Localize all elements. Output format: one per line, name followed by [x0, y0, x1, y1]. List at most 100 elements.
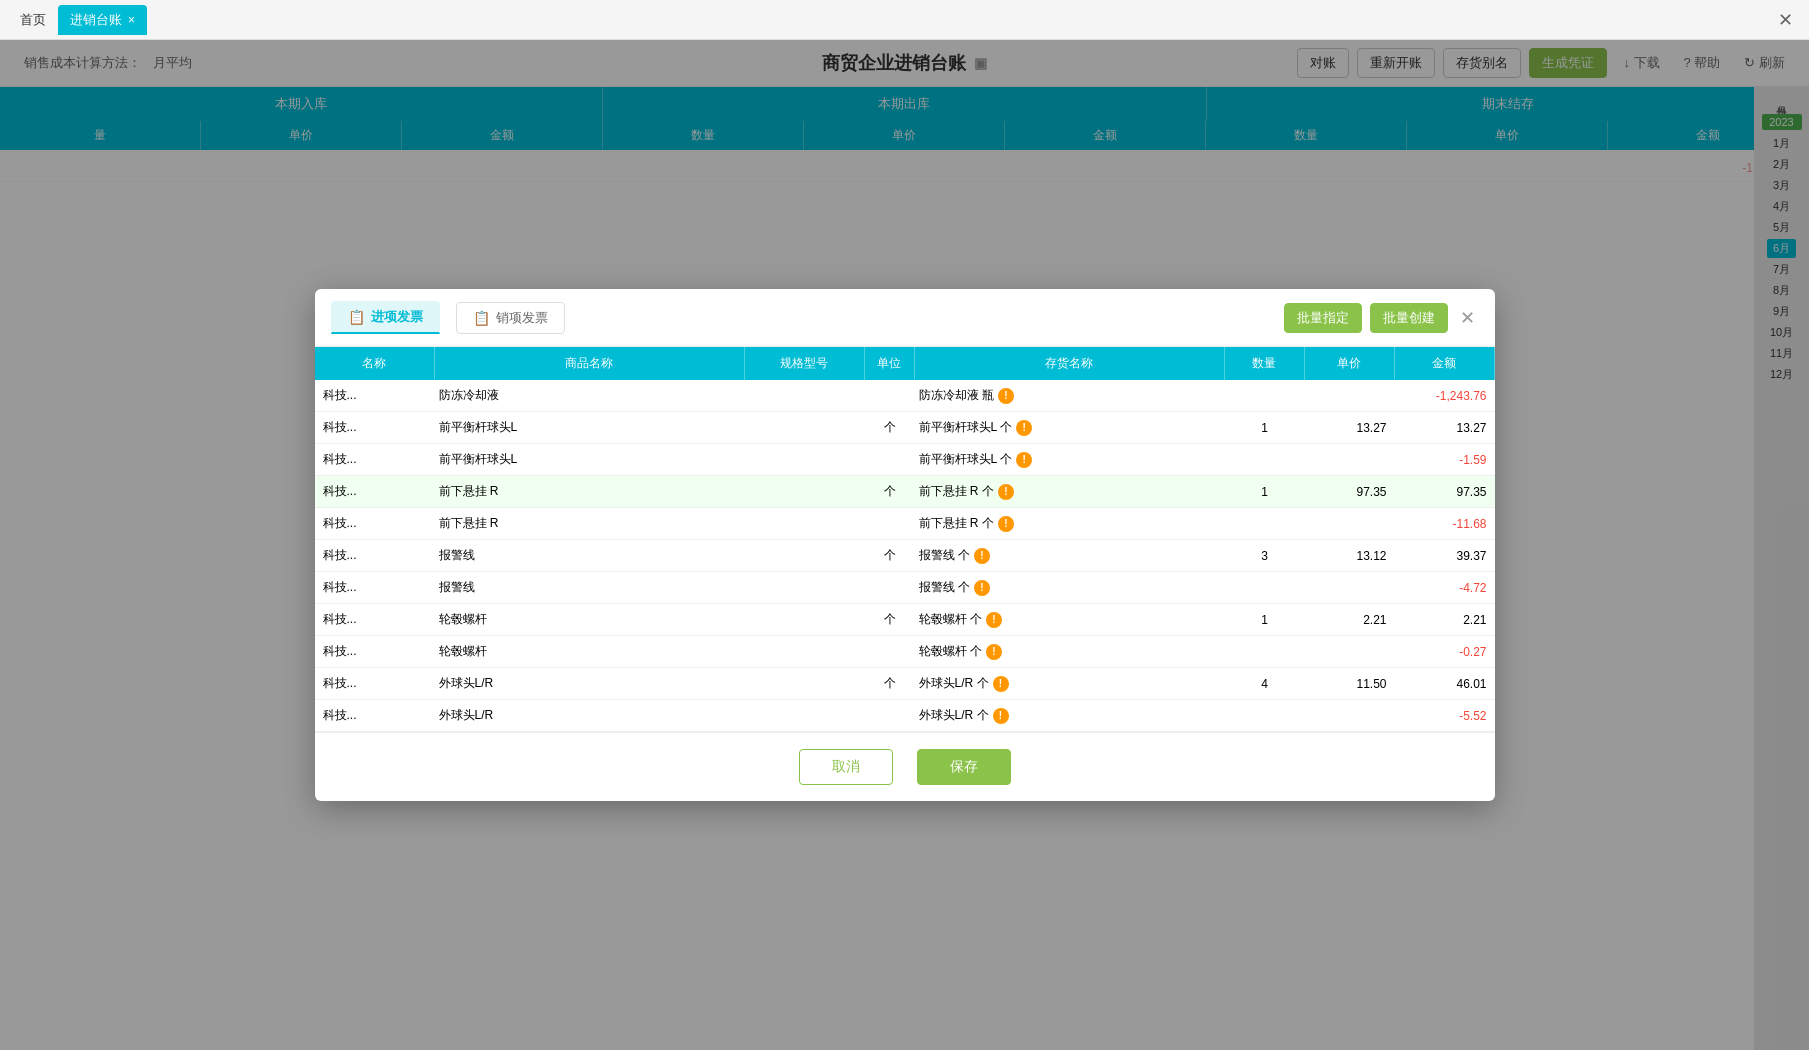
cell-stock-9: 外球头L/R 个!: [915, 668, 1225, 699]
modal-dialog: 📋 进项发票 📋 销项发票 批量指定 批量创建 ✕ 名称 商品名称 规格型号: [315, 289, 1495, 801]
cell-goods-7: 轮毂螺杆: [435, 604, 745, 635]
cell-goods-10: 外球头L/R: [435, 700, 745, 731]
col-header-unit: 单位: [865, 347, 915, 380]
cell-goods-2: 前平衡杆球头L: [435, 444, 745, 475]
cell-price-5: 13.12: [1305, 542, 1395, 570]
col-header-name: 名称: [315, 347, 435, 380]
cell-amount-7: 2.21: [1395, 606, 1495, 634]
cell-name-2: 科技...: [315, 444, 435, 475]
cell-amount-4: -11.68: [1395, 510, 1495, 538]
warn-icon: !: [986, 612, 1002, 628]
top-bar: 首页 进销台账 × ✕: [0, 0, 1809, 40]
cell-amount-1: 13.27: [1395, 414, 1495, 442]
warn-icon: !: [998, 516, 1014, 532]
batch-create-button[interactable]: 批量创建: [1370, 303, 1448, 333]
table-row[interactable]: 科技... 报警线 个 报警线 个! 3 13.12 39.37: [315, 540, 1495, 572]
cell-amount-8: -0.27: [1395, 638, 1495, 666]
cell-stock-4: 前下悬挂 R 个!: [915, 508, 1225, 539]
cell-unit-0: [865, 389, 915, 403]
cell-price-0: [1305, 389, 1395, 403]
cell-qty-5: 3: [1225, 542, 1305, 570]
col-header-amount: 金额: [1395, 347, 1495, 380]
tab-outgoing-invoice[interactable]: 📋 销项发票: [456, 302, 565, 334]
cell-amount-9: 46.01: [1395, 670, 1495, 698]
table-row[interactable]: 科技... 防冻冷却液 防冻冷却液 瓶! -1,243.76: [315, 380, 1495, 412]
cell-unit-5: 个: [865, 540, 915, 571]
table-row[interactable]: 科技... 外球头L/R 外球头L/R 个! -5.52: [315, 700, 1495, 732]
cell-unit-10: [865, 709, 915, 723]
tab-incoming-invoice[interactable]: 📋 进项发票: [331, 301, 440, 334]
cell-name-8: 科技...: [315, 636, 435, 667]
cell-name-5: 科技...: [315, 540, 435, 571]
cell-unit-8: [865, 645, 915, 659]
tab-active[interactable]: 进销台账 ×: [58, 5, 147, 35]
cell-goods-8: 轮毂螺杆: [435, 636, 745, 667]
cell-amount-3: 97.35: [1395, 478, 1495, 506]
modal-close-button[interactable]: ✕: [1456, 303, 1479, 333]
cell-price-3: 97.35: [1305, 478, 1395, 506]
cancel-button[interactable]: 取消: [799, 749, 893, 785]
cell-spec-6: [745, 581, 865, 595]
cell-price-1: 13.27: [1305, 414, 1395, 442]
cell-unit-4: [865, 517, 915, 531]
table-row[interactable]: 科技... 前平衡杆球头L 个 前平衡杆球头L 个! 1 13.27 13.27: [315, 412, 1495, 444]
cell-qty-8: [1225, 645, 1305, 659]
cell-amount-10: -5.52: [1395, 702, 1495, 730]
cell-price-2: [1305, 453, 1395, 467]
modal-table-body: 科技... 防冻冷却液 防冻冷却液 瓶! -1,243.76 科技... 前平衡…: [315, 380, 1495, 732]
cell-price-4: [1305, 517, 1395, 531]
warn-icon: !: [974, 548, 990, 564]
cell-name-10: 科技...: [315, 700, 435, 731]
cell-qty-10: [1225, 709, 1305, 723]
cell-stock-0: 防冻冷却液 瓶!: [915, 380, 1225, 411]
modal-table-header: 名称 商品名称 规格型号 单位 存货名称 数量 单价 金额: [315, 347, 1495, 380]
cell-price-6: [1305, 581, 1395, 595]
warn-icon: !: [993, 708, 1009, 724]
table-row[interactable]: 科技... 前下悬挂 R 前下悬挂 R 个! -11.68: [315, 508, 1495, 540]
cell-spec-5: [745, 549, 865, 563]
table-row[interactable]: 科技... 前下悬挂 R 个 前下悬挂 R 个! 1 97.35 97.35: [315, 476, 1495, 508]
warn-icon: !: [998, 484, 1014, 500]
table-row[interactable]: 科技... 前平衡杆球头L 前平衡杆球头L 个! -1.59: [315, 444, 1495, 476]
col-header-goods: 商品名称: [435, 347, 745, 380]
warn-icon: !: [998, 388, 1014, 404]
cell-spec-0: [745, 389, 865, 403]
cell-unit-9: 个: [865, 668, 915, 699]
cell-price-8: [1305, 645, 1395, 659]
table-row[interactable]: 科技... 轮毂螺杆 个 轮毂螺杆 个! 1 2.21 2.21: [315, 604, 1495, 636]
cell-qty-9: 4: [1225, 670, 1305, 698]
cell-stock-2: 前平衡杆球头L 个!: [915, 444, 1225, 475]
save-button[interactable]: 保存: [917, 749, 1011, 785]
cell-goods-1: 前平衡杆球头L: [435, 412, 745, 443]
cell-qty-3: 1: [1225, 478, 1305, 506]
cell-stock-8: 轮毂螺杆 个!: [915, 636, 1225, 667]
main-area: 销售成本计算方法： 月平均 商贸企业进销台账 ▣ 对账 重新开账 存货别名 生成…: [0, 40, 1809, 1050]
table-row[interactable]: 科技... 报警线 报警线 个! -4.72: [315, 572, 1495, 604]
cell-spec-4: [745, 517, 865, 531]
tab-close-icon[interactable]: ×: [128, 13, 135, 27]
col-header-price: 单价: [1305, 347, 1395, 380]
table-row[interactable]: 科技... 外球头L/R 个 外球头L/R 个! 4 11.50 46.01: [315, 668, 1495, 700]
cell-name-3: 科技...: [315, 476, 435, 507]
window-close-button[interactable]: ✕: [1770, 9, 1801, 31]
cell-spec-8: [745, 645, 865, 659]
cell-stock-1: 前平衡杆球头L 个!: [915, 412, 1225, 443]
warn-icon: !: [1016, 420, 1032, 436]
cell-amount-0: -1,243.76: [1395, 382, 1495, 410]
batch-assign-button[interactable]: 批量指定: [1284, 303, 1362, 333]
cell-qty-1: 1: [1225, 414, 1305, 442]
cell-unit-2: [865, 453, 915, 467]
table-row[interactable]: 科技... 轮毂螺杆 轮毂螺杆 个! -0.27: [315, 636, 1495, 668]
cell-spec-2: [745, 453, 865, 467]
top-bar-right: ✕: [1770, 9, 1801, 31]
modal-footer: 取消 保存: [315, 732, 1495, 801]
modal-overlay: 📋 进项发票 📋 销项发票 批量指定 批量创建 ✕ 名称 商品名称 规格型号: [0, 40, 1809, 1050]
cell-unit-6: [865, 581, 915, 595]
cell-unit-7: 个: [865, 604, 915, 635]
tab-home[interactable]: 首页: [8, 5, 58, 35]
cell-goods-6: 报警线: [435, 572, 745, 603]
cell-spec-1: [745, 421, 865, 435]
cell-qty-2: [1225, 453, 1305, 467]
cell-price-9: 11.50: [1305, 670, 1395, 698]
cell-name-4: 科技...: [315, 508, 435, 539]
